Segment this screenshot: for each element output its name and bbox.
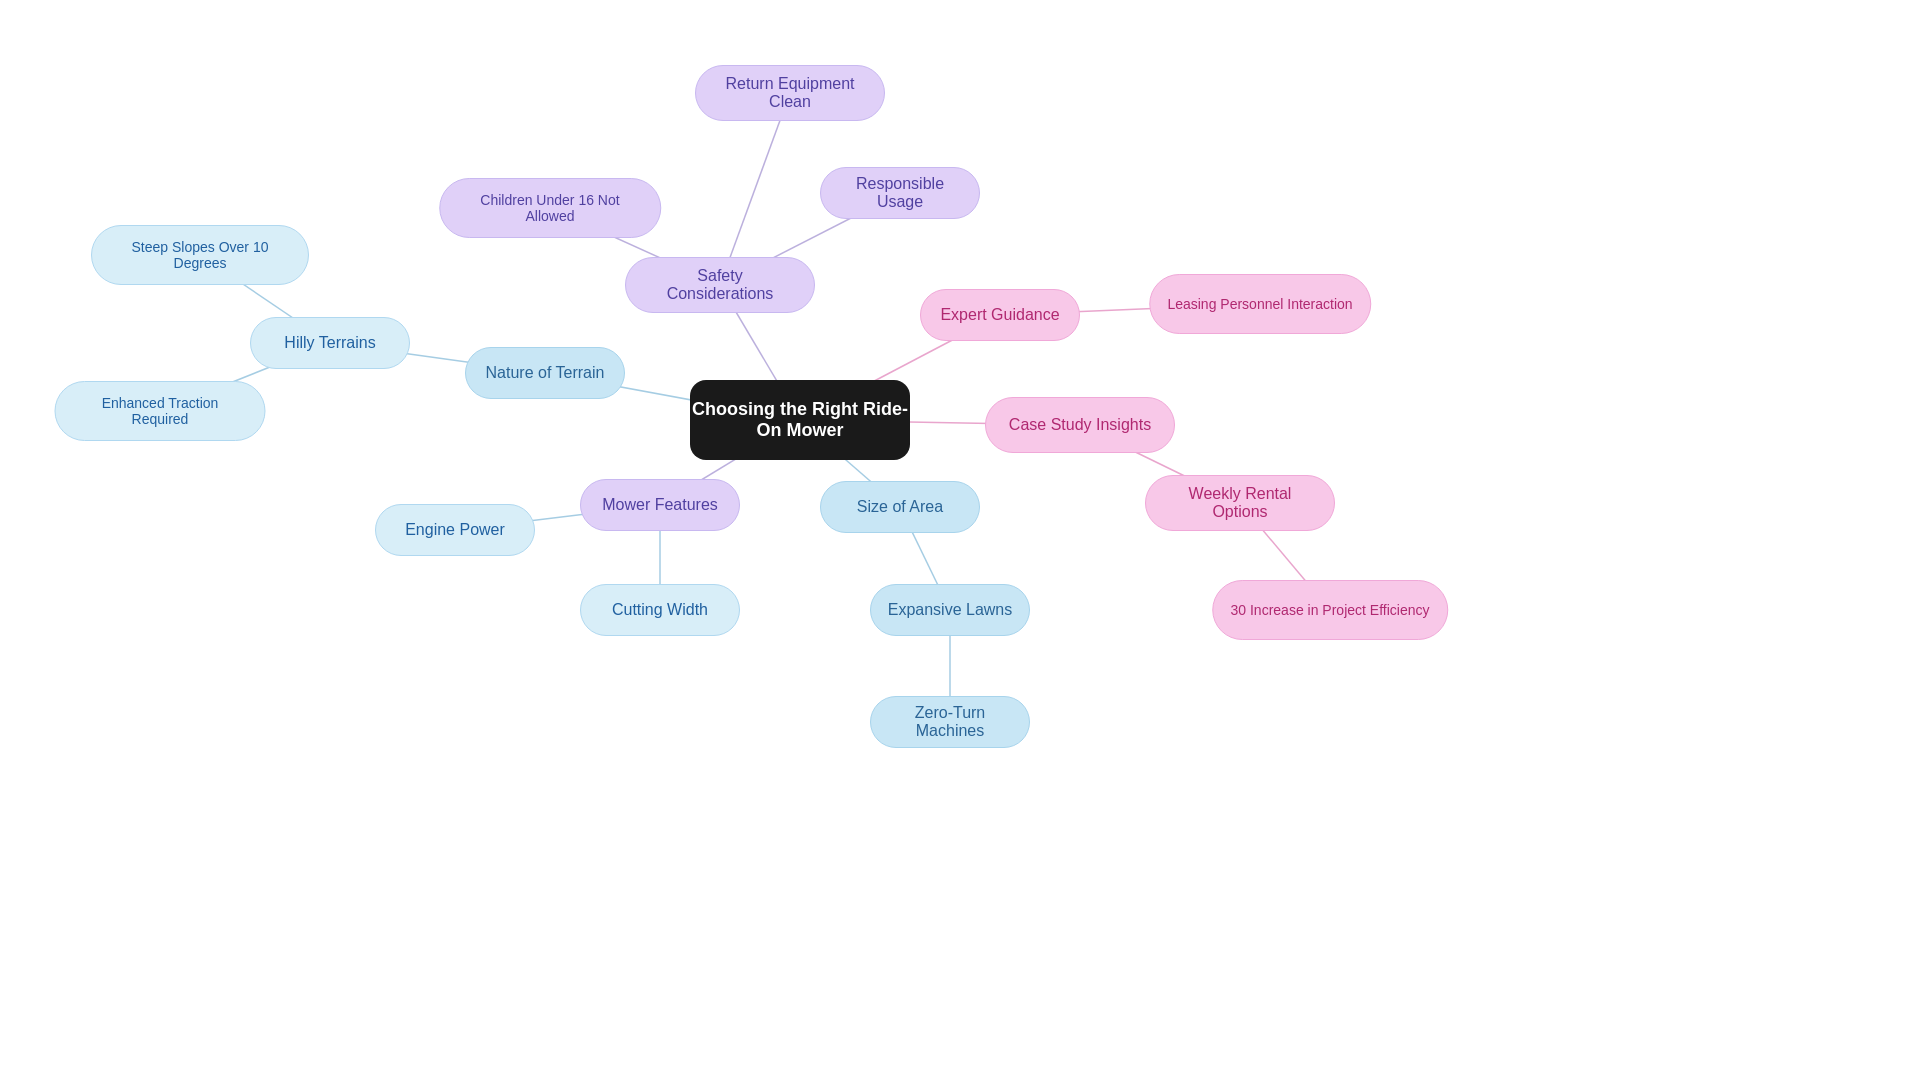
node-return-clean: Return Equipment Clean xyxy=(695,65,885,121)
node-mower-features: Mower Features xyxy=(580,479,740,531)
node-weekly: Weekly Rental Options xyxy=(1145,475,1335,531)
node-steep: Steep Slopes Over 10 Degrees xyxy=(91,225,309,285)
node-expansive: Expansive Lawns xyxy=(870,584,1030,636)
node-safety: Safety Considerations xyxy=(625,257,815,313)
node-zero-turn: Zero-Turn Machines xyxy=(870,696,1030,748)
node-children: Children Under 16 Not Allowed xyxy=(439,178,661,238)
node-traction: Enhanced Traction Required xyxy=(55,381,266,441)
node-leasing: Leasing Personnel Interaction xyxy=(1149,274,1371,334)
center-node: Choosing the Right Ride-On Mower xyxy=(690,380,910,460)
mindmap-container: Choosing the Right Ride-On Mower Safety C… xyxy=(0,0,1920,1083)
node-expert: Expert Guidance xyxy=(920,289,1080,341)
node-engine: Engine Power xyxy=(375,504,535,556)
node-case-study: Case Study Insights xyxy=(985,397,1175,453)
node-cutting: Cutting Width xyxy=(580,584,740,636)
connections-svg xyxy=(0,0,1920,1083)
node-size-area: Size of Area xyxy=(820,481,980,533)
node-responsible: Responsible Usage xyxy=(820,167,980,219)
node-efficiency: 30 Increase in Project Efficiency xyxy=(1212,580,1448,640)
node-terrain: Nature of Terrain xyxy=(465,347,625,399)
node-hilly: Hilly Terrains xyxy=(250,317,410,369)
